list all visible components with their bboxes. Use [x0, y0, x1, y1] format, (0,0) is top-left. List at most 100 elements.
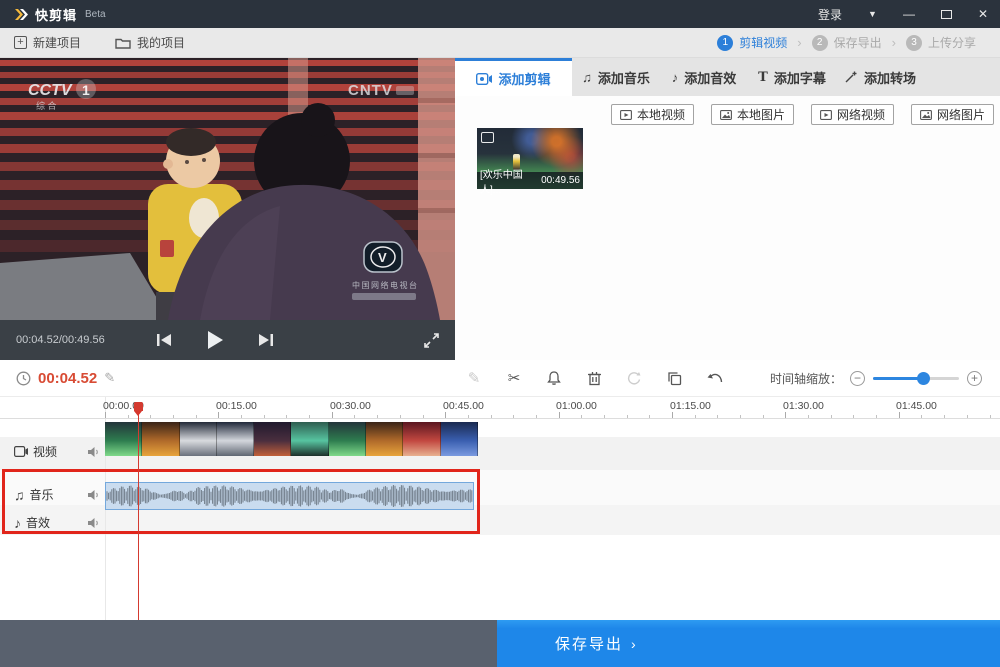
- tab-add-sfx[interactable]: ♪ 添加音效: [660, 58, 748, 96]
- filmstrip-frame[interactable]: [105, 422, 142, 456]
- redo-icon[interactable]: [625, 369, 643, 387]
- zoom-slider[interactable]: [873, 377, 959, 380]
- filmstrip-frame[interactable]: [180, 422, 217, 456]
- wand-icon: [844, 70, 858, 84]
- undo-icon[interactable]: [705, 369, 723, 387]
- video-track-header: 视频: [14, 443, 100, 460]
- prev-frame-button[interactable]: [156, 333, 172, 347]
- music-mute-icon[interactable]: [88, 489, 100, 501]
- step-2-circle: 2: [812, 35, 828, 51]
- video-track-clip[interactable]: [105, 422, 478, 456]
- tab-add-subtitle-label: 添加字幕: [774, 68, 826, 87]
- zoom-out-button[interactable]: −: [850, 371, 865, 386]
- web-image-button[interactable]: 网络图片: [911, 104, 994, 125]
- close-button[interactable]: ✕: [978, 7, 988, 21]
- clip-thumbnail[interactable]: [欢乐中国人]... 00:49.56: [477, 128, 583, 189]
- minimize-button[interactable]: —: [903, 7, 915, 21]
- zoom-in-button[interactable]: +: [967, 371, 982, 386]
- workflow-steps: 1 剪辑视频 › 2 保存导出 › 3 上传分享: [717, 34, 986, 51]
- svg-text:中国网络电视台: 中国网络电视台: [352, 280, 419, 290]
- ruler-tick: [944, 415, 945, 418]
- media-panel: 添加剪辑 ♫ 添加音乐 ♪ 添加音效 T 添加字幕: [455, 58, 1000, 360]
- tab-add-transition[interactable]: 添加转场: [836, 58, 924, 96]
- ruler-tick: [990, 415, 991, 418]
- save-export-button[interactable]: 保存导出 ›: [497, 620, 1000, 667]
- ruler-tick: [491, 415, 492, 418]
- image-file-icon: [720, 110, 732, 120]
- step-save-export[interactable]: 2 保存导出: [812, 34, 882, 51]
- maximize-button[interactable]: [941, 10, 952, 19]
- filmstrip-frame[interactable]: [441, 422, 478, 456]
- login-button[interactable]: 登录: [818, 6, 842, 23]
- skin-dropdown-icon[interactable]: ▼: [868, 9, 877, 19]
- local-image-label: 本地图片: [737, 106, 785, 123]
- ruler-tick: [241, 415, 242, 418]
- tab-add-clip[interactable]: 添加剪辑: [455, 58, 572, 96]
- ruler-tick: [377, 415, 378, 418]
- delete-icon[interactable]: [585, 369, 603, 387]
- filmstrip-frame[interactable]: [366, 422, 403, 456]
- step-upload-share[interactable]: 3 上传分享: [906, 34, 976, 51]
- music-waveform: [106, 483, 473, 509]
- copy-icon[interactable]: [665, 369, 683, 387]
- timeline-ruler[interactable]: 00:00.00 00:15.00 00:30.00 00:45.00 01:0…: [0, 397, 1000, 419]
- timeline-zoom-label: 时间轴缩放：: [770, 370, 842, 387]
- zoom-slider-knob[interactable]: [917, 372, 930, 385]
- play-button[interactable]: [206, 330, 224, 350]
- clip-caption: [欢乐中国人]... 00:49.56: [477, 172, 583, 189]
- music-track-clip[interactable]: [105, 482, 474, 510]
- filmstrip-frame[interactable]: [142, 422, 179, 456]
- ruler-label: 01:30.00: [783, 400, 824, 412]
- beta-badge: Beta: [85, 9, 106, 20]
- video-preview: CCTV 1 综 合 CNTV V 中国网络电视台 00:04.: [0, 58, 455, 360]
- video-track-icon: [14, 446, 28, 457]
- local-video-button[interactable]: 本地视频: [611, 104, 694, 125]
- video-mute-icon[interactable]: [88, 446, 100, 458]
- my-projects-button[interactable]: 我的项目: [115, 34, 185, 51]
- step-separator: ›: [892, 35, 896, 50]
- step-separator: ›: [797, 35, 801, 50]
- local-image-button[interactable]: 本地图片: [711, 104, 794, 125]
- footer-spacer: [0, 620, 497, 667]
- filmstrip-frame[interactable]: [217, 422, 254, 456]
- filmstrip-frame[interactable]: [329, 422, 366, 456]
- ruler-tick: [264, 415, 265, 418]
- ruler-tick: [581, 415, 582, 418]
- bell-icon[interactable]: [545, 369, 563, 387]
- filmstrip-frame[interactable]: [291, 422, 328, 456]
- ruler-tick: [921, 415, 922, 418]
- web-video-button[interactable]: 网络视频: [811, 104, 894, 125]
- chevron-right-icon: ›: [631, 636, 636, 652]
- filmstrip-frame[interactable]: [254, 422, 291, 456]
- app-title: 快剪辑: [35, 5, 77, 24]
- ruler-tick: [763, 415, 764, 418]
- ruler-tick: [899, 412, 900, 418]
- playhead-line: [138, 405, 139, 620]
- footer: 保存导出 ›: [0, 620, 1000, 667]
- clip-title: [欢乐中国人]...: [480, 166, 541, 196]
- ruler-tick: [400, 415, 401, 418]
- tab-add-subtitle[interactable]: T 添加字幕: [748, 58, 836, 96]
- filmstrip-frame[interactable]: [403, 422, 440, 456]
- playhead-handle[interactable]: [134, 402, 143, 411]
- step-3-circle: 3: [906, 35, 922, 51]
- edit-clip-icon[interactable]: ✎: [465, 369, 483, 387]
- video-file-icon: [620, 110, 632, 120]
- sfx-mute-icon[interactable]: [88, 517, 100, 529]
- step-3-label: 上传分享: [928, 34, 976, 51]
- step-2-label: 保存导出: [834, 34, 882, 51]
- ruler-tick: [740, 415, 741, 418]
- next-frame-button[interactable]: [258, 333, 274, 347]
- tab-add-music[interactable]: ♫ 添加音乐: [572, 58, 660, 96]
- edit-time-icon[interactable]: ✎: [104, 370, 115, 386]
- web-video-label: 网络视频: [837, 106, 885, 123]
- step-edit-video[interactable]: 1 剪辑视频: [717, 34, 787, 51]
- sfx-track-label: 音效: [26, 514, 50, 531]
- new-project-button[interactable]: + 新建项目: [14, 34, 81, 51]
- video-track-label: 视频: [33, 443, 57, 460]
- media-library: 本地视频 本地图片 网络视频 网络图片: [455, 96, 1000, 360]
- fullscreen-button[interactable]: [424, 333, 439, 348]
- cut-icon[interactable]: ✂: [505, 369, 523, 387]
- ruler-tick: [468, 415, 469, 418]
- ruler-tick: [808, 415, 809, 418]
